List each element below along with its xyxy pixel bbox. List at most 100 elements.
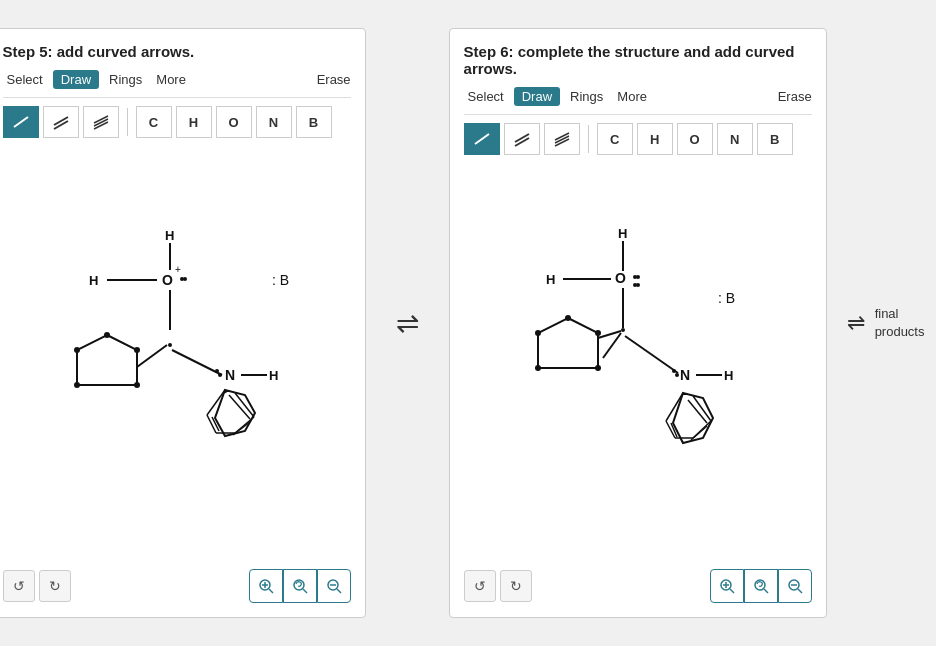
svg-text:+: + xyxy=(175,264,181,275)
panel2-undo-btn[interactable]: ↺ xyxy=(464,570,496,602)
svg-line-91 xyxy=(730,589,734,593)
panel1-draw-tools: C H O N B xyxy=(3,106,351,138)
svg-line-73 xyxy=(603,333,621,358)
panel2-draw-btn[interactable]: Draw xyxy=(514,87,560,106)
panel2-zoom-out-btn[interactable] xyxy=(778,569,812,603)
panel1-erase-btn[interactable]: Erase xyxy=(317,72,351,87)
svg-point-75 xyxy=(672,369,676,373)
panel1-zoom-reset-btn[interactable] xyxy=(283,569,317,603)
panel2-H-btn[interactable]: H xyxy=(637,123,673,155)
panel2-more-btn[interactable]: More xyxy=(613,87,651,106)
final-arrow: ⇌ xyxy=(847,310,865,336)
svg-line-2 xyxy=(54,121,68,129)
svg-text:N: N xyxy=(225,367,235,383)
svg-point-68 xyxy=(595,330,601,336)
svg-text:H: H xyxy=(546,272,555,287)
svg-point-71 xyxy=(535,330,541,336)
svg-line-35 xyxy=(207,390,225,415)
panel2-redo-btn[interactable]: ↻ xyxy=(500,570,532,602)
panel2-O-btn[interactable]: O xyxy=(677,123,713,155)
panel2-zoom-in-btn[interactable] xyxy=(710,569,744,603)
panel2-triple-bond-btn[interactable] xyxy=(544,123,580,155)
svg-line-74 xyxy=(625,336,678,373)
final-products-label: final products xyxy=(875,305,936,341)
panel1-C-btn[interactable]: C xyxy=(136,106,172,138)
panel1-double-bond-btn[interactable] xyxy=(43,106,79,138)
panel1-select-btn[interactable]: Select xyxy=(3,70,47,89)
svg-text:H: H xyxy=(618,226,627,241)
svg-line-50 xyxy=(515,134,529,142)
panel2-zoom-reset-btn[interactable] xyxy=(744,569,778,603)
svg-text:O: O xyxy=(162,272,173,288)
panel2-molecule-area[interactable]: H O H xyxy=(464,165,812,561)
panel1-more-btn[interactable]: More xyxy=(152,70,190,89)
svg-text:: B: : B xyxy=(718,290,735,306)
svg-line-47 xyxy=(337,589,341,593)
panel2-N-btn[interactable]: N xyxy=(717,123,753,155)
panel1-H-btn[interactable]: H xyxy=(176,106,212,138)
svg-point-65 xyxy=(621,328,625,332)
svg-point-59 xyxy=(636,275,640,279)
panel1-triple-bond-btn[interactable] xyxy=(83,106,119,138)
panel2-molecule-svg: H O H xyxy=(488,183,788,543)
svg-line-41 xyxy=(269,589,273,593)
svg-text:H: H xyxy=(724,368,733,383)
svg-point-25 xyxy=(218,373,222,377)
svg-point-22 xyxy=(168,343,172,347)
panel2-double-bond-btn[interactable] xyxy=(504,123,540,155)
svg-text:O: O xyxy=(615,270,626,286)
panel1-molecule-svg: H + O H xyxy=(7,175,347,535)
panel1-undo-btn[interactable]: ↺ xyxy=(3,570,35,602)
svg-line-95 xyxy=(764,589,768,593)
panel2-rings-btn[interactable]: Rings xyxy=(566,87,607,106)
svg-point-24 xyxy=(215,369,219,373)
svg-line-49 xyxy=(475,134,489,144)
panel1-zoom-in-btn[interactable] xyxy=(249,569,283,603)
svg-text:N: N xyxy=(680,367,690,383)
svg-text:H: H xyxy=(89,273,98,288)
panel1-molecule-area[interactable]: H + O H xyxy=(3,148,351,561)
svg-line-0 xyxy=(14,117,28,127)
panel1-title: Step 5: add curved arrows. xyxy=(3,43,351,60)
panel1-B-btn[interactable]: B xyxy=(296,106,332,138)
final-products-area: ⇌ final products xyxy=(847,305,936,341)
svg-marker-66 xyxy=(538,318,598,368)
svg-point-69 xyxy=(595,365,601,371)
svg-line-51 xyxy=(515,138,529,146)
svg-marker-15 xyxy=(77,335,137,385)
panel1-O-btn[interactable]: O xyxy=(216,106,252,138)
panel2-title: Step 6: complete the structure and add c… xyxy=(464,43,812,77)
svg-point-21 xyxy=(74,347,80,353)
equilibrium-arrow: ⇌ xyxy=(396,307,419,340)
panel2-erase-btn[interactable]: Erase xyxy=(778,89,812,104)
panel2-toolbar: Select Draw Rings More Erase xyxy=(464,87,812,115)
svg-line-16 xyxy=(137,345,167,367)
panel1-toolbar: Select Draw Rings More Erase xyxy=(3,70,351,98)
panel1-N-btn[interactable]: N xyxy=(256,106,292,138)
panel1-draw-btn[interactable]: Draw xyxy=(53,70,99,89)
panel1-undo-redo: ↺ ↻ xyxy=(3,570,71,602)
panel1-single-bond-btn[interactable] xyxy=(3,106,39,138)
svg-point-61 xyxy=(636,283,640,287)
panel1-redo-btn[interactable]: ↻ xyxy=(39,570,71,602)
svg-point-18 xyxy=(134,347,140,353)
svg-point-17 xyxy=(104,332,110,338)
svg-point-70 xyxy=(535,365,541,371)
panel2-select-btn[interactable]: Select xyxy=(464,87,508,106)
panel2-undo-redo: ↺ ↻ xyxy=(464,570,532,602)
panel2-single-bond-btn[interactable] xyxy=(464,123,500,155)
svg-marker-29 xyxy=(215,390,255,436)
panel1-rings-btn[interactable]: Rings xyxy=(105,70,146,89)
svg-point-76 xyxy=(675,373,679,377)
panel2-draw-tools: C H O N B xyxy=(464,123,812,155)
svg-line-97 xyxy=(798,589,802,593)
panel-step5: Step 5: add curved arrows. Select Draw R… xyxy=(0,28,366,618)
svg-text:: B: : B xyxy=(272,272,289,288)
svg-text:H: H xyxy=(269,368,278,383)
svg-point-20 xyxy=(74,382,80,388)
panel1-zoom-out-btn[interactable] xyxy=(317,569,351,603)
svg-line-1 xyxy=(54,117,68,125)
panel2-C-btn[interactable]: C xyxy=(597,123,633,155)
panel2-B-btn[interactable]: B xyxy=(757,123,793,155)
svg-text:H: H xyxy=(165,228,174,243)
